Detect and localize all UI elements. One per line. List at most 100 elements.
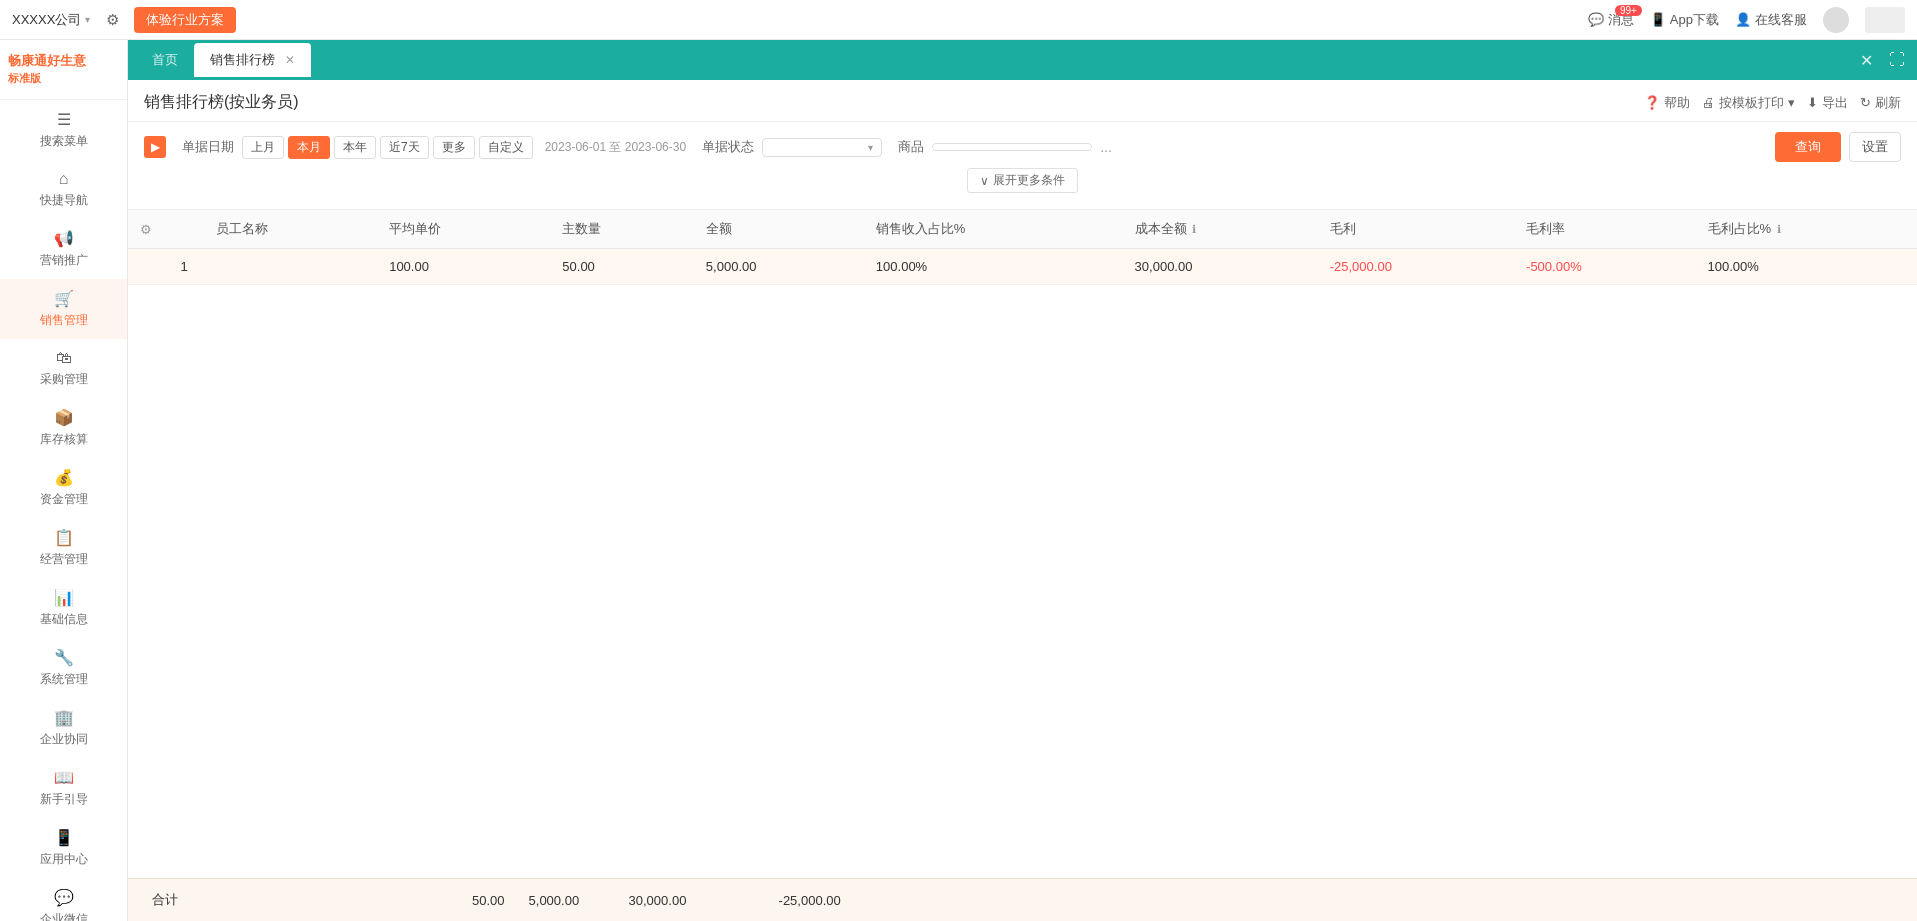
- footer-label: 合计: [140, 887, 460, 913]
- page-content: 销售排行榜(按业务员) ❓ 帮助 🖨 按模板打印 ▾ ⬇ 导出: [128, 80, 1917, 921]
- custom-btn[interactable]: 自定义: [479, 136, 533, 159]
- marketing-icon: 📢: [54, 229, 74, 248]
- wechat-icon: 💬: [54, 888, 74, 907]
- tab-home[interactable]: 首页: [136, 43, 194, 77]
- inventory-icon: 📦: [54, 408, 74, 427]
- cost-info-icon[interactable]: ℹ: [1192, 223, 1196, 235]
- page-header: 销售排行榜(按业务员) ❓ 帮助 🖨 按模板打印 ▾ ⬇ 导出: [128, 80, 1917, 122]
- export-button[interactable]: ⬇ 导出: [1807, 94, 1848, 112]
- goods-select[interactable]: [932, 143, 1092, 151]
- date-filter: 单据日期 上月 本月 本年 近7天 更多 自定义 2023-06-01 至 20…: [182, 136, 686, 159]
- sidebar-item-corp-wechat[interactable]: 💬 企业微信: [0, 878, 127, 921]
- sidebar-item-label: 库存核算: [40, 431, 88, 448]
- cur-month-btn[interactable]: 本月: [288, 136, 330, 159]
- sidebar-item-quick-nav[interactable]: ⌂ 快捷导航: [0, 160, 127, 219]
- print-arrow: ▾: [1788, 95, 1795, 110]
- chevron-down-icon: ▾: [85, 14, 90, 25]
- date-label: 单据日期: [182, 138, 234, 156]
- goods-filter: 商品 ...: [898, 138, 1112, 156]
- sidebar-item-label: 经营管理: [40, 551, 88, 568]
- sidebar-item-guide[interactable]: 📖 新手引导: [0, 758, 127, 818]
- purchase-icon: 🛍: [56, 349, 72, 367]
- app-center-icon: 📱: [54, 828, 74, 847]
- page-title: 销售排行榜(按业务员): [144, 92, 299, 113]
- more-btn[interactable]: 更多: [433, 136, 475, 159]
- cell-gross: -25,000.00: [1318, 249, 1514, 285]
- support-icon: 👤: [1735, 12, 1751, 27]
- sidebar-item-purchase[interactable]: 🛍 采购管理: [0, 339, 127, 398]
- message-button[interactable]: 💬 消息 99+: [1588, 11, 1634, 29]
- message-badge: 99+: [1615, 5, 1642, 16]
- company-selector[interactable]: XXXXX公司 ▾: [12, 11, 90, 29]
- avatar[interactable]: [1823, 7, 1849, 33]
- sidebar-item-sales[interactable]: 🛒 销售管理: [0, 279, 127, 339]
- sidebar-item-operations[interactable]: 📋 经营管理: [0, 518, 127, 578]
- prev-month-btn[interactable]: 上月: [242, 136, 284, 159]
- expand-row: ∨ 展开更多条件: [144, 162, 1901, 199]
- tab-sales-rank[interactable]: 销售排行榜 ✕: [194, 43, 311, 77]
- tab-home-label: 首页: [152, 51, 178, 69]
- col-gross: 毛利: [1318, 210, 1514, 249]
- trial-button[interactable]: 体验行业方案: [134, 7, 236, 33]
- sidebar-logo: 畅康通好生意 标准版: [0, 40, 127, 100]
- sidebar-item-basic-info[interactable]: 📊 基础信息: [0, 578, 127, 638]
- col-sales-pct: 销售收入占比%: [864, 210, 1123, 249]
- username-display: [1865, 7, 1905, 33]
- sidebar-item-label: 搜索菜单: [40, 133, 88, 150]
- status-select[interactable]: ▾: [762, 138, 882, 157]
- sidebar-item-label: 基础信息: [40, 611, 88, 628]
- sidebar-item-system[interactable]: 🔧 系统管理: [0, 638, 127, 698]
- filter-row-1: ▶ 单据日期 上月 本月 本年 近7天 更多 自定义 2023-06-01 至 …: [144, 132, 1901, 162]
- help-icon: ❓: [1644, 95, 1660, 110]
- main-layout: 畅康通好生意 标准版 ☰ 搜索菜单 ⌂ 快捷导航 📢 营销推广 🛒 销售管理 🛍…: [0, 40, 1917, 921]
- filter-toggle-icon[interactable]: ▶: [144, 136, 166, 158]
- footer-main-qty: 50.00: [460, 889, 517, 912]
- sidebar-item-search[interactable]: ☰ 搜索菜单: [0, 100, 127, 160]
- refresh-icon: ↻: [1860, 95, 1871, 110]
- sidebar-item-label: 应用中心: [40, 851, 88, 868]
- search-menu-icon: ☰: [57, 110, 71, 129]
- expand-conditions-button[interactable]: ∨ 展开更多条件: [967, 168, 1078, 193]
- export-icon: ⬇: [1807, 95, 1818, 110]
- col-cost: 成本全额 ℹ: [1123, 210, 1318, 249]
- filter-area: ▶ 单据日期 上月 本月 本年 近7天 更多 自定义 2023-06-01 至 …: [128, 122, 1917, 210]
- sidebar-item-label: 销售管理: [40, 312, 88, 329]
- sidebar-item-corp-collab[interactable]: 🏢 企业协同: [0, 698, 127, 758]
- cell-gross-rate: -500.00%: [1514, 249, 1696, 285]
- cell-sales-pct: 100.00%: [864, 249, 1123, 285]
- basic-info-icon: 📊: [54, 588, 74, 607]
- corp-icon: 🏢: [54, 708, 74, 727]
- settings-filter-button[interactable]: 设置: [1849, 132, 1901, 162]
- more-dots[interactable]: ...: [1100, 139, 1112, 155]
- tab-close-button[interactable]: ✕: [1856, 47, 1877, 74]
- refresh-button[interactable]: ↻ 刷新: [1860, 94, 1901, 112]
- sidebar-item-app-center[interactable]: 📱 应用中心: [0, 818, 127, 878]
- sidebar-item-finance[interactable]: 💰 资金管理: [0, 458, 127, 518]
- cell-gross-pct: 100.00%: [1696, 249, 1917, 285]
- sidebar-item-inventory[interactable]: 📦 库存核算: [0, 398, 127, 458]
- help-button[interactable]: ❓ 帮助: [1644, 94, 1690, 112]
- footer-gross: -25,000.00: [767, 889, 853, 912]
- online-support-button[interactable]: 👤 在线客服: [1735, 11, 1807, 29]
- print-button[interactable]: 🖨 按模板打印 ▾: [1702, 94, 1795, 112]
- company-name: XXXXX公司: [12, 11, 81, 29]
- last7days-btn[interactable]: 近7天: [380, 136, 429, 159]
- sidebar-item-label: 采购管理: [40, 371, 88, 388]
- cur-year-btn[interactable]: 本年: [334, 136, 376, 159]
- query-button[interactable]: 查询: [1775, 132, 1841, 162]
- tab-bar: 首页 销售排行榜 ✕ ✕ ⛶: [128, 40, 1917, 80]
- date-range-display: 2023-06-01 至 2023-06-30: [545, 139, 686, 156]
- support-label: 在线客服: [1755, 11, 1807, 29]
- app-download-button[interactable]: 📱 App下载: [1650, 11, 1719, 29]
- sidebar-item-label: 系统管理: [40, 671, 88, 688]
- table-row: 1 100.00 50.00 5,000.00 100.00% 30,000.0…: [128, 249, 1917, 285]
- tab-expand-button[interactable]: ⛶: [1885, 47, 1909, 74]
- col-settings[interactable]: ⚙: [128, 210, 164, 249]
- settings-button[interactable]: ⚙: [98, 6, 126, 34]
- cell-avg-price: 100.00: [377, 249, 550, 285]
- goods-label: 商品: [898, 138, 924, 156]
- gross-pct-info-icon[interactable]: ℹ: [1777, 223, 1781, 235]
- sidebar-item-marketing[interactable]: 📢 营销推广: [0, 219, 127, 279]
- top-header: XXXXX公司 ▾ ⚙ 体验行业方案 💬 消息 99+ 📱 App下载 👤 在线…: [0, 0, 1917, 40]
- tab-close-icon[interactable]: ✕: [285, 53, 295, 67]
